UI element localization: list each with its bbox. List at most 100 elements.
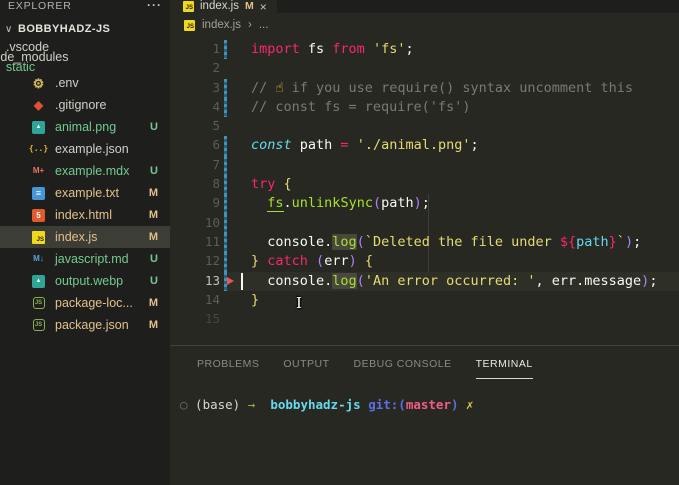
git-gutter-indicator — [224, 136, 227, 156]
line-number: 3 — [212, 79, 220, 95]
tree-item-label: example.json — [55, 142, 129, 156]
code-area[interactable]: 1 import fs from 'fs'; 2 3 // ☝ if you use r… — [170, 40, 679, 329]
code-line-1[interactable]: 1 import fs from 'fs'; — [170, 40, 679, 60]
line-number: 4 — [212, 98, 220, 114]
line-number: 6 — [212, 137, 220, 153]
file-icon-slot: JS — [31, 297, 46, 309]
git-gutter-indicator — [224, 194, 227, 214]
line-content: } catch (err) { — [251, 253, 373, 270]
line-number: 15 — [204, 311, 220, 327]
line-number: 12 — [204, 253, 220, 269]
git-gutter-indicator — [224, 175, 227, 195]
chevron-down-icon: ∨ — [5, 23, 13, 35]
tab-close-icon[interactable]: × — [260, 1, 267, 13]
tree-file-example-json[interactable]: {..} example.json — [0, 138, 170, 160]
code-line-2[interactable]: 2 — [170, 59, 679, 78]
panel-tab-output[interactable]: OUTPUT — [283, 358, 329, 379]
package-icon: JS — [32, 319, 45, 331]
terminal-segment-pl — [255, 397, 270, 412]
git-status-badge: M — [148, 231, 158, 243]
html5-icon: 5 — [32, 208, 45, 222]
explorer-more-actions-icon[interactable]: ··· — [147, 0, 162, 12]
tree-file-javascript-md[interactable]: M↓ javascript.md U — [0, 248, 170, 270]
line-content: console.log('An error occurred: ', err.m… — [251, 272, 658, 289]
git-gutter-indicator — [224, 97, 227, 118]
tree-item-label: index.js — [55, 230, 98, 244]
code-line-7[interactable]: 7 — [170, 155, 679, 176]
tree-item-label: .gitignore — [55, 98, 107, 112]
package-icon: JS — [32, 297, 45, 309]
line-number: 2 — [212, 60, 220, 76]
code-line-9[interactable]: 9 fs.unlinkSync(path); — [170, 194, 679, 214]
tree-file-index-html[interactable]: 5 index.html M — [0, 204, 170, 226]
tree-file-package-json[interactable]: JS package.json M — [0, 314, 170, 336]
panel-tab-debug-console[interactable]: DEBUG CONSOLE — [354, 358, 452, 379]
tree-file-package-loc-[interactable]: JS package-loc... M — [0, 292, 170, 314]
tree-item-label: .env — [55, 76, 79, 90]
workspace-root-item[interactable]: ∨ BOBBYHADZ-JS — [0, 19, 170, 39]
line-content: try { — [251, 176, 292, 193]
file-icon-slot: ▲ — [31, 274, 46, 288]
code-line-15[interactable]: 15 — [170, 310, 679, 329]
code-line-11[interactable]: 11 console.log(`Deleted the file under $… — [170, 232, 679, 253]
tree-item-label: javascript.md — [55, 252, 129, 266]
line-content: // ☝ if you use require() syntax uncomme… — [251, 79, 634, 96]
line-number: 11 — [204, 233, 220, 249]
editor-tab-bar: JS index.js M × — [170, 0, 679, 13]
tree-file-index-js[interactable]: JS index.js M — [0, 226, 170, 248]
code-line-5[interactable]: 5 — [170, 117, 679, 136]
git-status-badge: M — [148, 187, 158, 199]
panel-tab-problems[interactable]: PROBLEMS — [197, 358, 259, 379]
code-line-14[interactable]: 14} — [170, 291, 679, 310]
terminal-segment-circ: ○ — [180, 397, 188, 412]
code-line-6[interactable]: 6 const path = './animal.png'; — [170, 136, 679, 156]
code-line-4[interactable]: 4 // const fs = require('fs') — [170, 97, 679, 118]
mouse-ibeam-cursor: I — [296, 294, 302, 312]
line-content: const path = './animal.png'; — [251, 137, 479, 154]
code-line-8[interactable]: 8 try { — [170, 175, 679, 195]
tree-file--gitignore[interactable]: ◆ .gitignore — [0, 94, 170, 116]
line-content: import fs from 'fs'; — [251, 41, 414, 57]
file-icon-slot: JS — [31, 230, 46, 244]
code-line-10[interactable]: 10 — [170, 213, 679, 233]
line-content: console.log(`Deleted the file under ${pa… — [251, 233, 642, 250]
tree-file-output-webp[interactable]: ▲ output.webp U — [0, 270, 170, 292]
tree-file-example-mdx[interactable]: M+ example.mdx U — [0, 160, 170, 182]
breadcrumb[interactable]: JS index.js › ... — [170, 13, 679, 37]
git-status-badge: M — [148, 297, 158, 309]
code-line-12[interactable]: 12 } catch (err) { — [170, 252, 679, 272]
breadcrumb-separator-icon: › — [248, 19, 252, 31]
git-gutter-indicator — [224, 232, 227, 253]
git-status-badge: U — [150, 165, 158, 177]
terminal-prompt[interactable]: ○ (base) → bobbyhadz-js git:(master) ✗ — [180, 397, 474, 412]
bottom-panel: PROBLEMS OUTPUT DEBUG CONSOLE TERMINAL ○ (b… — [170, 345, 679, 485]
tree-item-label: package-loc... — [55, 296, 133, 310]
line-number: 13 — [204, 272, 220, 288]
git-status-badge: U — [150, 275, 158, 287]
git-status-badge: U — [150, 253, 158, 265]
tree-file-example-txt[interactable]: ≡ example.txt M — [0, 182, 170, 204]
git-gutter-indicator — [224, 252, 227, 272]
js-file-icon: JS — [184, 19, 195, 31]
tree-file-animal-png[interactable]: ▲ animal.png U — [0, 116, 170, 138]
vscode-window: EXPLORER ··· ∨ BOBBYHADZ-JS ›✕.vscode›no… — [0, 0, 679, 485]
breadcrumb-symbol[interactable]: ... — [259, 19, 269, 31]
tab-label: index.js — [200, 0, 239, 12]
tree-item-label: package.json — [55, 318, 129, 332]
line-number: 1 — [212, 41, 220, 56]
editor-group: JS index.js M × JS index.js › ... 1 impor… — [170, 0, 679, 485]
image-icon: ▲ — [32, 274, 45, 288]
panel-tab-terminal[interactable]: TERMINAL — [475, 358, 533, 379]
tree-folder-static[interactable]: ›static — [0, 60, 35, 74]
tab-index-js[interactable]: JS index.js M × — [170, 0, 277, 13]
breadcrumb-file[interactable]: index.js — [202, 19, 241, 31]
git-gutter-indicator — [224, 78, 227, 98]
explorer-title: EXPLORER — [8, 0, 72, 12]
code-line-13[interactable]: 13 console.log('An error occurred: ', er… — [170, 271, 679, 292]
workspace-root-label: BOBBYHADZ-JS — [18, 23, 111, 35]
file-icon-slot: M↓ — [31, 255, 46, 263]
terminal-segment-pl — [459, 397, 467, 412]
git-gutter-indicator — [224, 40, 227, 60]
tree-file--env[interactable]: ⚙ .env — [0, 72, 170, 94]
code-line-3[interactable]: 3 // ☝ if you use require() syntax uncomm… — [170, 78, 679, 98]
